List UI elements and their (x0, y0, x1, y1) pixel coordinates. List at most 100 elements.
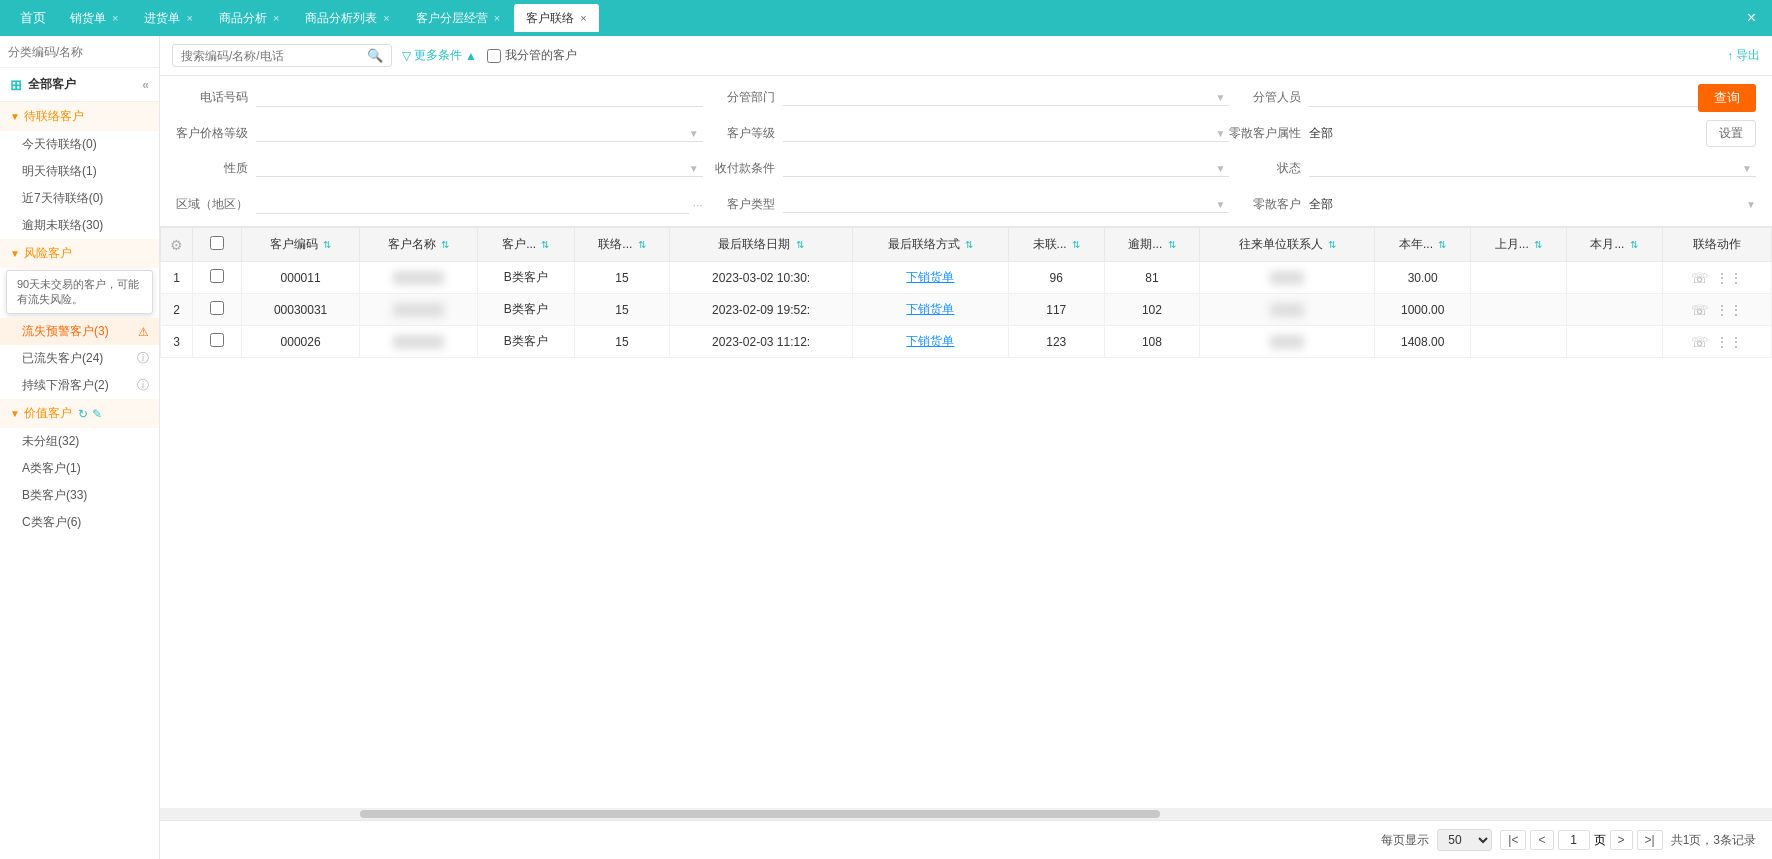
first-page-btn[interactable]: |< (1500, 830, 1526, 850)
collapse-icon[interactable]: « (142, 78, 149, 92)
export-button[interactable]: ↑ 导出 (1727, 47, 1760, 64)
td-last-method[interactable]: 下销货单 (852, 294, 1008, 326)
th-checkbox[interactable] (193, 228, 242, 262)
contact-icon[interactable]: ☏ (1691, 270, 1709, 286)
prev-page-btn[interactable]: < (1530, 830, 1553, 850)
contact-icon[interactable]: ☏ (1691, 302, 1709, 318)
sort-icon-this-month[interactable]: ⇅ (1630, 239, 1638, 250)
td-checkbox[interactable] (193, 262, 242, 294)
sidebar-group-pending[interactable]: ▼ 待联络客户 (0, 102, 159, 131)
region-dots[interactable]: ··· (693, 198, 703, 212)
tab-close-customer-layer[interactable]: × (494, 12, 500, 24)
td-company-contact: ████ (1200, 294, 1375, 326)
tab-close-product-analysis[interactable]: × (273, 12, 279, 24)
td-last-method[interactable]: 下销货单 (852, 262, 1008, 294)
sidebar-item-7days[interactable]: 近7天待联络(0) (0, 185, 159, 212)
sidebar-item-class-a[interactable]: A类客户(1) (0, 455, 159, 482)
td-checkbox[interactable] (193, 294, 242, 326)
sidebar: 🔍 ⊞ 全部客户 « ▼ 待联络客户 今天待联络(0) 明天待联络(1) 近7天… (0, 36, 160, 859)
last-page-btn[interactable]: >| (1637, 830, 1663, 850)
sidebar-item-class-c[interactable]: C类客户(6) (0, 509, 159, 536)
sort-icon-name[interactable]: ⇅ (441, 239, 449, 250)
contact-method-link[interactable]: 下销货单 (906, 270, 954, 284)
tab-product-list[interactable]: 商品分析列表 × (293, 4, 401, 32)
tab-close-product-list[interactable]: × (383, 12, 389, 24)
sidebar-group-risk[interactable]: ▼ 风险客户 (0, 239, 159, 268)
person-input[interactable] (1309, 88, 1742, 107)
sort-icon-date[interactable]: ⇅ (796, 239, 804, 250)
tab-close-sales[interactable]: × (112, 12, 118, 24)
sidebar-group-value[interactable]: ▼ 价值客户 ↻ ✎ (0, 399, 159, 428)
dept-select[interactable]: ▼ (783, 90, 1230, 106)
sidebar-item-tomorrow[interactable]: 明天待联络(1) (0, 158, 159, 185)
contact-method-link[interactable]: 下销货单 (906, 302, 954, 316)
cust-level-select[interactable]: ▼ (783, 126, 1230, 142)
sidebar-search-box[interactable]: 🔍 (0, 36, 159, 68)
sidebar-item-churn-warning[interactable]: 流失预警客户(3) ⚠ (0, 318, 159, 345)
refresh-icon[interactable]: ↻ (78, 407, 88, 421)
sidebar-item-churned[interactable]: 已流失客户(24) ⓘ (0, 345, 159, 372)
sidebar-all-customers[interactable]: ⊞ 全部客户 « (0, 68, 159, 102)
cust-type-select[interactable]: ▼ (783, 197, 1230, 213)
payment-select[interactable]: ▼ (783, 161, 1230, 177)
page-size-select[interactable]: 50 100 200 (1437, 829, 1492, 851)
sidebar-item-unclassified[interactable]: 未分组(32) (0, 428, 159, 455)
filter-retail-cust: 零散客户 全部 ▼ (1229, 191, 1756, 218)
more-action-icon[interactable]: ⋮⋮ (1715, 270, 1743, 286)
tab-customer-contact[interactable]: 客户联络 × (514, 4, 598, 32)
td-checkbox[interactable] (193, 326, 242, 358)
tab-customer-layer[interactable]: 客户分层经营 × (404, 4, 512, 32)
price-level-select[interactable]: ▼ (256, 126, 703, 142)
sidebar-item-today[interactable]: 今天待联络(0) (0, 131, 159, 158)
search-input[interactable] (181, 49, 367, 63)
column-settings-icon[interactable]: ⚙ (170, 237, 183, 253)
sort-icon-this-year[interactable]: ⇅ (1438, 239, 1446, 250)
next-page-btn[interactable]: > (1610, 830, 1633, 850)
status-select[interactable]: ▼ (1309, 161, 1756, 177)
more-action-icon[interactable]: ⋮⋮ (1715, 302, 1743, 318)
region-input[interactable] (256, 195, 689, 214)
tab-product-analysis[interactable]: 商品分析 × (207, 4, 291, 32)
contact-method-link[interactable]: 下销货单 (906, 334, 954, 348)
tab-home[interactable]: 首页 (8, 9, 58, 27)
row-checkbox[interactable] (210, 301, 224, 315)
sort-icon-uncontacted[interactable]: ⇅ (1072, 239, 1080, 250)
select-all-checkbox[interactable] (210, 236, 224, 250)
sort-icon-company[interactable]: ⇅ (1328, 239, 1336, 250)
my-customers-checkbox[interactable]: 我分管的客户 (487, 47, 577, 64)
scroll-thumb[interactable] (360, 810, 1160, 818)
contact-icon[interactable]: ☏ (1691, 334, 1709, 350)
tab-close-purchase[interactable]: × (186, 12, 192, 24)
my-customers-check[interactable] (487, 49, 501, 63)
search-box[interactable]: 🔍 (172, 44, 392, 67)
horizontal-scrollbar[interactable] (160, 808, 1772, 820)
row-checkbox[interactable] (210, 269, 224, 283)
row-checkbox[interactable] (210, 333, 224, 347)
td-last-method[interactable]: 下销货单 (852, 326, 1008, 358)
phone-input[interactable] (256, 88, 703, 107)
sort-icon-contact[interactable]: ⇅ (638, 239, 646, 250)
td-contact-count: 15 (574, 294, 670, 326)
gender-select[interactable]: ▼ (256, 161, 703, 177)
more-conditions-btn[interactable]: ▽ 更多条件 ▲ (402, 47, 477, 64)
th-this-month: 本月... ⇅ (1566, 228, 1662, 262)
tab-close-customer-contact[interactable]: × (580, 12, 586, 24)
page-input[interactable] (1558, 830, 1590, 850)
tab-purchase[interactable]: 进货单 × (132, 4, 204, 32)
query-button[interactable]: 查询 (1698, 84, 1756, 112)
edit-icon[interactable]: ✎ (92, 407, 102, 421)
sidebar-search-input[interactable] (8, 45, 158, 59)
sort-icon-last-month[interactable]: ⇅ (1534, 239, 1542, 250)
sort-icon-method[interactable]: ⇅ (965, 239, 973, 250)
more-action-icon[interactable]: ⋮⋮ (1715, 334, 1743, 350)
settings-button[interactable]: 设置 (1706, 120, 1756, 147)
sidebar-item-class-b[interactable]: B类客户(33) (0, 482, 159, 509)
sidebar-item-overdue[interactable]: 逾期未联络(30) (0, 212, 159, 239)
sidebar-item-declining[interactable]: 持续下滑客户(2) ⓘ (0, 372, 159, 399)
sort-icon-code[interactable]: ⇅ (323, 239, 331, 250)
sort-icon-type[interactable]: ⇅ (541, 239, 549, 250)
th-settings[interactable]: ⚙ (161, 228, 193, 262)
window-close-button[interactable]: × (1739, 9, 1764, 27)
tab-sales[interactable]: 销货单 × (58, 4, 130, 32)
sort-icon-overdue[interactable]: ⇅ (1168, 239, 1176, 250)
